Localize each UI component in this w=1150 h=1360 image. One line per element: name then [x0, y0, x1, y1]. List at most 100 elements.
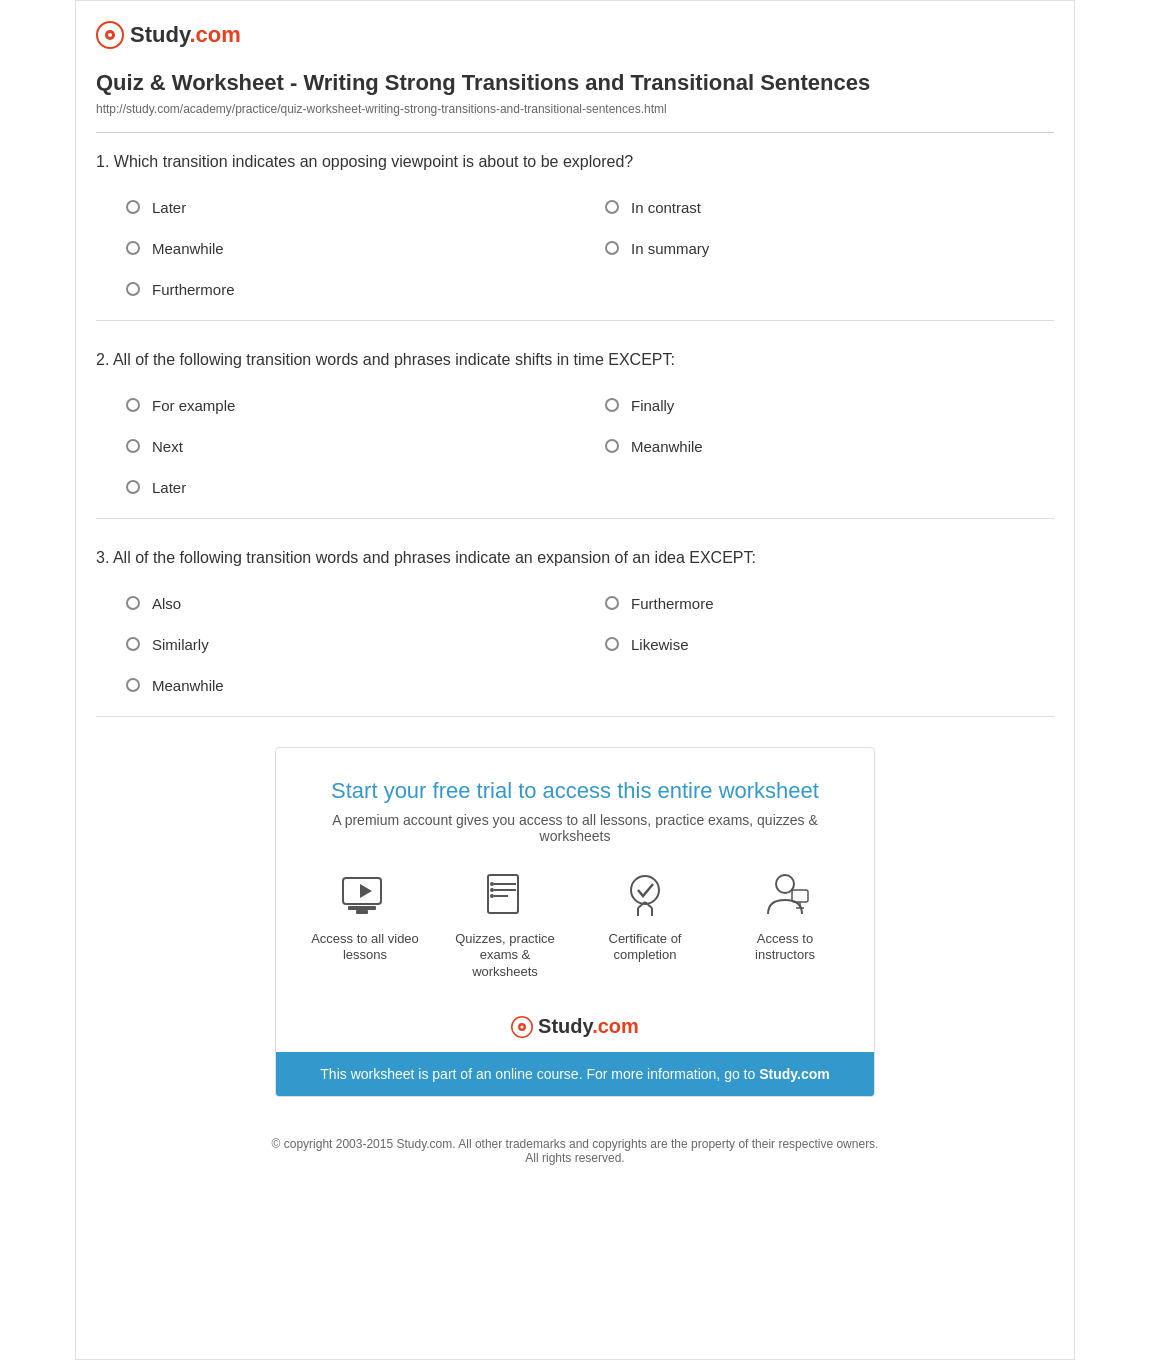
- video-lessons-icon: [335, 868, 395, 923]
- promo-cta: This worksheet is part of an online cour…: [276, 1052, 874, 1096]
- question-3-options: Also Furthermore Similarly Likewise Meanwhil…: [96, 583, 1054, 706]
- svg-point-19: [776, 875, 794, 893]
- question-2-option-4[interactable]: Meanwhile: [575, 426, 1054, 467]
- svg-marker-6: [360, 884, 372, 898]
- feature-instructors: Access to instructors: [730, 868, 840, 982]
- question-1-option-4[interactable]: In summary: [575, 228, 1054, 269]
- footer: © copyright 2003-2015 Study.com. All oth…: [96, 1127, 1054, 1175]
- feature-certificate: Certificate of completion: [590, 868, 700, 982]
- option-label-2-1: For example: [152, 397, 235, 414]
- svg-rect-5: [356, 910, 368, 914]
- promo-box: Start your free trial to access this ent…: [275, 747, 875, 1098]
- radio-2-2: [605, 398, 619, 412]
- page-title: Quiz & Worksheet - Writing Strong Transi…: [96, 69, 1054, 98]
- question-3: 3. All of the following transition words…: [96, 549, 1054, 717]
- question-2-option-2[interactable]: Finally: [575, 385, 1054, 426]
- question-3-option-4[interactable]: Likewise: [575, 624, 1054, 665]
- question-2-option-1[interactable]: For example: [96, 385, 575, 426]
- svg-point-25: [521, 1025, 524, 1028]
- promo-cta-link: Study.com: [759, 1066, 830, 1082]
- logo-area: Study.com: [96, 21, 1054, 49]
- question-1-option-1[interactable]: Later: [96, 187, 575, 228]
- instructors-label: Access to instructors: [730, 931, 840, 965]
- option-label-3-5: Meanwhile: [152, 677, 224, 694]
- option-label-1-2: In contrast: [631, 199, 701, 216]
- radio-3-2: [605, 596, 619, 610]
- option-label-3-2: Furthermore: [631, 595, 714, 612]
- title-divider: [96, 132, 1054, 133]
- question-3-option-3[interactable]: Similarly: [96, 624, 575, 665]
- question-1-option-2[interactable]: In contrast: [575, 187, 1054, 228]
- radio-3-5: [126, 678, 140, 692]
- promo-title: Start your free trial to access this ent…: [296, 778, 854, 804]
- instructors-icon: [755, 868, 815, 923]
- question-3-divider: [96, 716, 1054, 717]
- question-1: 1. Which transition indicates an opposin…: [96, 153, 1054, 321]
- svg-rect-7: [488, 875, 518, 913]
- option-label-1-3: Meanwhile: [152, 240, 224, 257]
- svg-rect-4: [348, 906, 376, 910]
- page-url: http://study.com/academy/practice/quiz-w…: [96, 102, 1054, 116]
- question-1-option-3[interactable]: Meanwhile: [96, 228, 575, 269]
- question-2-option-5[interactable]: Later: [96, 467, 575, 508]
- option-label-2-5: Later: [152, 479, 186, 496]
- option-label-3-4: Likewise: [631, 636, 689, 653]
- question-3-option-2[interactable]: Furthermore: [575, 583, 1054, 624]
- footer-copyright: © copyright 2003-2015 Study.com. All oth…: [96, 1137, 1054, 1151]
- radio-3-4: [605, 637, 619, 651]
- option-label-2-3: Next: [152, 438, 183, 455]
- radio-3-1: [126, 596, 140, 610]
- option-label-1-1: Later: [152, 199, 186, 216]
- page-wrapper: Study.com Quiz & Worksheet - Writing Str…: [75, 0, 1075, 1360]
- quizzes-icon: [475, 868, 535, 923]
- certificate-icon: [615, 868, 675, 923]
- question-1-divider: [96, 320, 1054, 321]
- quizzes-label: Quizzes, practice exams & worksheets: [450, 931, 560, 982]
- question-1-option-5[interactable]: Furthermore: [96, 269, 575, 310]
- promo-logo-area: Study.com: [296, 1001, 854, 1052]
- question-2-option-3[interactable]: Next: [96, 426, 575, 467]
- svg-point-2: [108, 33, 112, 37]
- logo-text: Study.com: [130, 22, 241, 48]
- promo-logo-icon: [511, 1016, 533, 1038]
- question-1-options: Later In contrast Meanwhile In summary Furth…: [96, 187, 1054, 310]
- radio-2-3: [126, 439, 140, 453]
- svg-rect-20: [792, 890, 808, 902]
- video-lessons-label: Access to all video lessons: [310, 931, 420, 965]
- certificate-label: Certificate of completion: [590, 931, 700, 965]
- radio-2-5: [126, 480, 140, 494]
- option-label-2-2: Finally: [631, 397, 674, 414]
- radio-1-4: [605, 241, 619, 255]
- option-label-1-5: Furthermore: [152, 281, 235, 298]
- question-3-text: 3. All of the following transition words…: [96, 549, 1054, 567]
- svg-point-11: [490, 882, 494, 886]
- questions-container: 1. Which transition indicates an opposin…: [96, 153, 1054, 717]
- question-1-text: 1. Which transition indicates an opposin…: [96, 153, 1054, 171]
- radio-1-1: [126, 200, 140, 214]
- svg-point-13: [490, 894, 494, 898]
- promo-logo-text: Study.com: [538, 1015, 639, 1038]
- question-2-divider: [96, 518, 1054, 519]
- question-3-option-1[interactable]: Also: [96, 583, 575, 624]
- option-label-3-1: Also: [152, 595, 181, 612]
- promo-features: Access to all video lessons Quizzes, pra…: [296, 868, 854, 982]
- radio-1-2: [605, 200, 619, 214]
- promo-cta-text: This worksheet is part of an online cour…: [320, 1066, 759, 1082]
- radio-2-4: [605, 439, 619, 453]
- study-logo-icon: [96, 21, 124, 49]
- radio-1-3: [126, 241, 140, 255]
- question-2-text: 2. All of the following transition words…: [96, 351, 1054, 369]
- question-3-option-5[interactable]: Meanwhile: [96, 665, 575, 706]
- option-label-1-4: In summary: [631, 240, 709, 257]
- question-2-options: For example Finally Next Meanwhile Later: [96, 385, 1054, 508]
- question-2: 2. All of the following transition words…: [96, 351, 1054, 519]
- feature-quizzes: Quizzes, practice exams & worksheets: [450, 868, 560, 982]
- radio-3-3: [126, 637, 140, 651]
- promo-subtitle: A premium account gives you access to al…: [296, 812, 854, 844]
- radio-2-1: [126, 398, 140, 412]
- feature-video: Access to all video lessons: [310, 868, 420, 982]
- option-label-2-4: Meanwhile: [631, 438, 703, 455]
- option-label-3-3: Similarly: [152, 636, 209, 653]
- svg-point-14: [631, 876, 659, 904]
- radio-1-5: [126, 282, 140, 296]
